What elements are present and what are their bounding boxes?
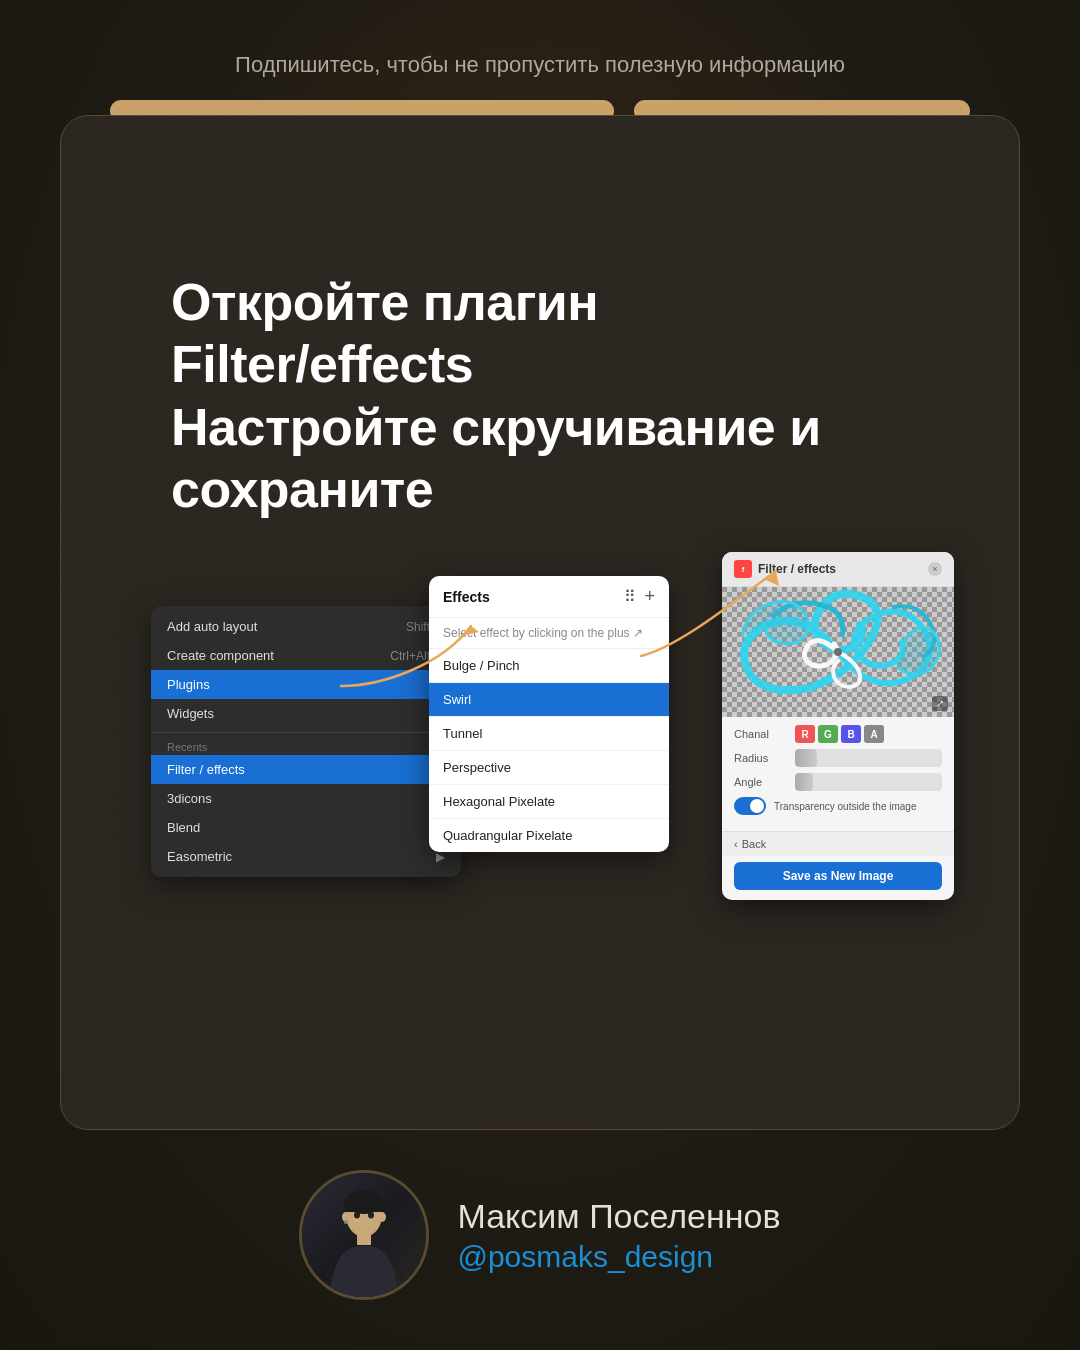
radius-slider[interactable]	[795, 749, 942, 767]
channel-r-button[interactable]: R	[795, 725, 815, 743]
menu-label-3dicons: 3dicons	[167, 791, 212, 806]
radius-row: Radius	[734, 749, 942, 767]
filter-controls: Chanal R G B A Radius Angle	[722, 717, 954, 831]
effects-panel: Effects ⠿ + Select effect by clicking on…	[429, 576, 669, 852]
effect-hexagonal-pixelate[interactable]: Hexagonal Pixelate	[429, 785, 669, 819]
avatar	[299, 1170, 429, 1300]
effects-hint: Select effect by clicking on the plus ↗	[429, 618, 669, 649]
filter-title-left: f Filter / effects	[734, 560, 836, 578]
menu-label-filter-effects: Filter / effects	[167, 762, 245, 777]
effect-bulge-pinch[interactable]: Bulge / Pinch	[429, 649, 669, 683]
back-label: Back	[742, 838, 766, 850]
svg-point-14	[354, 1212, 360, 1219]
radius-label: Radius	[734, 752, 789, 764]
menu-item-plugins[interactable]: Plugins ▶	[151, 670, 461, 699]
channel-b-button[interactable]: B	[841, 725, 861, 743]
back-chevron-icon: ‹	[734, 838, 738, 850]
svg-point-15	[368, 1212, 374, 1219]
effects-header: Effects ⠿ +	[429, 576, 669, 618]
menu-item-blend[interactable]: Blend	[151, 813, 461, 842]
menu-divider	[151, 732, 461, 733]
transparency-label: Transparency outside the image	[774, 801, 917, 812]
filter-window: f Filter / effects ×	[722, 552, 954, 900]
headline: Откройте плагин Filter/effects Настройте…	[171, 271, 909, 521]
expand-icon[interactable]: ⤢	[932, 696, 948, 711]
angle-slider[interactable]	[795, 773, 942, 791]
recents-label: Recents	[151, 737, 461, 755]
profile-name: Максим Поселеннов	[457, 1197, 780, 1236]
headline-line1: Откройте плагин Filter/effects	[171, 273, 598, 393]
context-menu: Add auto layout Shift+A Create component…	[151, 606, 461, 877]
person-silhouette	[319, 1187, 409, 1297]
menu-label-component: Create component	[167, 648, 274, 663]
menu-label-easometric: Easometric	[167, 849, 232, 864]
transparency-row: Transparency outside the image	[734, 797, 942, 815]
save-button[interactable]: Save as New Image	[734, 862, 942, 890]
effects-title: Effects	[443, 589, 490, 605]
svg-rect-10	[357, 1233, 371, 1245]
menu-item-widgets[interactable]: Widgets ▶	[151, 699, 461, 728]
swirl-preview	[722, 587, 954, 717]
menu-item-filter-effects[interactable]: Filter / effects	[151, 755, 461, 784]
subscribe-text: Подпишитесь, чтобы не пропустить полезну…	[0, 52, 1080, 78]
chanal-row: Chanal R G B A	[734, 725, 942, 743]
menu-item-autolayout[interactable]: Add auto layout Shift+A	[151, 612, 461, 641]
effect-perspective[interactable]: Perspective	[429, 751, 669, 785]
plus-icon[interactable]: +	[644, 586, 655, 607]
filter-titlebar: f Filter / effects ×	[722, 552, 954, 587]
effect-tunnel[interactable]: Tunnel	[429, 717, 669, 751]
filter-logo-icon: f	[734, 560, 752, 578]
menu-item-3dicons[interactable]: 3dicons	[151, 784, 461, 813]
filter-title: Filter / effects	[758, 562, 836, 576]
filter-footer: ‹ Back	[722, 831, 954, 856]
menu-item-component[interactable]: Create component Ctrl+Alt+K	[151, 641, 461, 670]
avatar-inner	[302, 1173, 426, 1297]
angle-row: Angle	[734, 773, 942, 791]
profile-text: Максим Поселеннов @posmaks_design	[457, 1197, 780, 1274]
menu-label-autolayout: Add auto layout	[167, 619, 257, 634]
headline-line2: Настройте скручивание и	[171, 398, 821, 456]
channel-buttons: R G B A	[795, 725, 884, 743]
filter-close-button[interactable]: ×	[928, 562, 942, 576]
menu-label-widgets: Widgets	[167, 706, 214, 721]
effects-icons: ⠿ +	[624, 586, 655, 607]
menu-label-blend: Blend	[167, 820, 200, 835]
profile-handle: @posmaks_design	[457, 1240, 780, 1274]
image-preview: ⤢	[722, 587, 954, 717]
effect-swirl[interactable]: Swirl	[429, 683, 669, 717]
channel-g-button[interactable]: G	[818, 725, 838, 743]
profile-section: Максим Поселеннов @posmaks_design	[0, 1170, 1080, 1300]
grid-icon[interactable]: ⠿	[624, 587, 636, 606]
effect-quadrangular-pixelate[interactable]: Quadrangular Pixelate	[429, 819, 669, 852]
svg-point-13	[378, 1212, 386, 1222]
back-button[interactable]: ‹ Back	[734, 838, 766, 850]
menu-label-plugins: Plugins	[167, 677, 210, 692]
svg-point-16	[344, 1220, 348, 1224]
menu-item-easometric[interactable]: Easometric ▶	[151, 842, 461, 871]
svg-point-7	[834, 648, 842, 656]
transparency-toggle[interactable]	[734, 797, 766, 815]
angle-label: Angle	[734, 776, 789, 788]
main-card: Откройте плагин Filter/effects Настройте…	[60, 115, 1020, 1130]
headline-line3: сохраните	[171, 460, 433, 518]
chanal-label: Chanal	[734, 728, 789, 740]
channel-a-button[interactable]: A	[864, 725, 884, 743]
